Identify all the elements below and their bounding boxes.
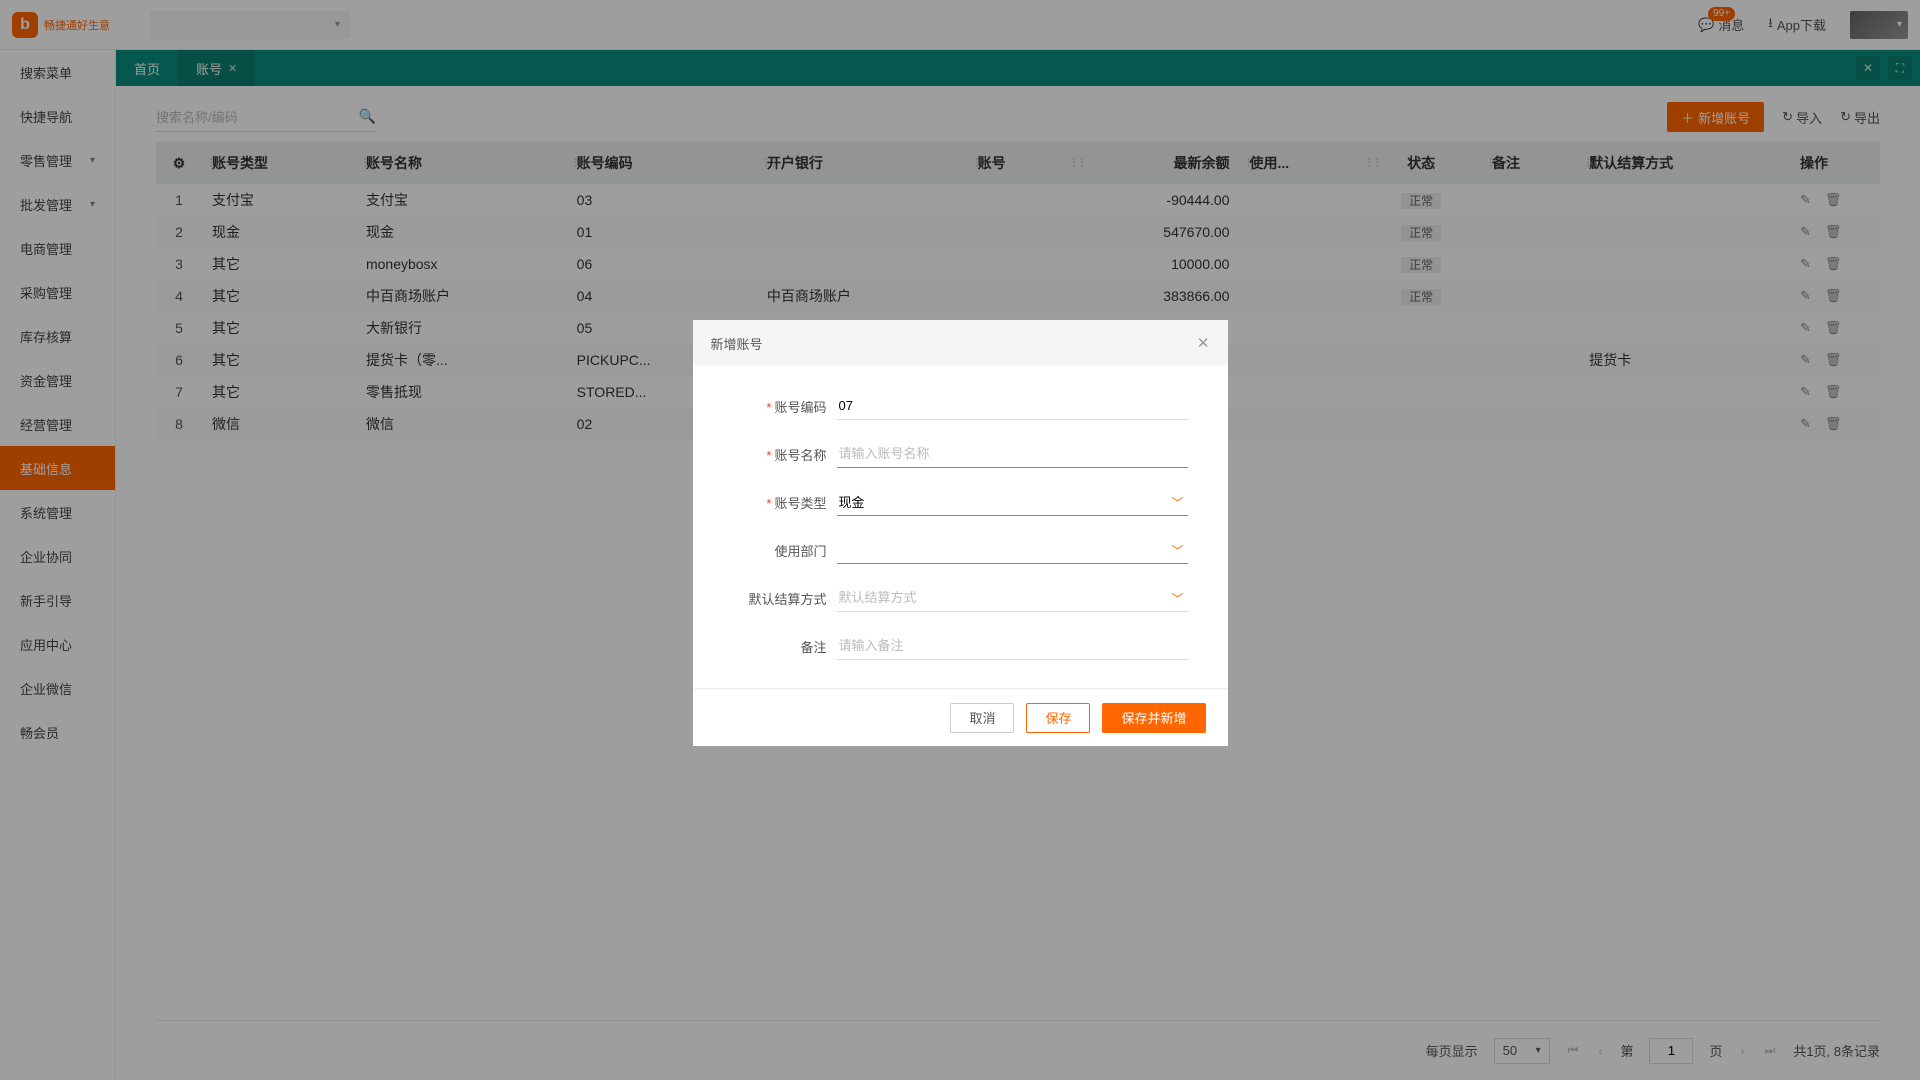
label-remark: 备注 xyxy=(800,640,826,655)
chevron-down-icon: ﹀ xyxy=(1171,590,1183,607)
label-settle: 默认结算方式 xyxy=(748,592,826,607)
label-type: 账号类型 xyxy=(774,496,826,511)
label-dept: 使用部门 xyxy=(774,544,826,559)
modal-mask: 新增账号 ✕ *账号编码 *账号名称 *账号类型 ﹀ xyxy=(0,0,1920,1080)
remark-input[interactable] xyxy=(837,632,1188,660)
label-code: 账号编码 xyxy=(774,400,826,415)
cancel-button[interactable]: 取消 xyxy=(950,703,1014,733)
account-name-input[interactable] xyxy=(837,440,1188,468)
close-icon[interactable]: ✕ xyxy=(1197,334,1210,352)
settle-select[interactable] xyxy=(837,584,1188,612)
dept-select[interactable] xyxy=(837,536,1188,564)
modal-title: 新增账号 xyxy=(711,334,763,353)
chevron-down-icon: ﹀ xyxy=(1171,494,1183,511)
label-name: 账号名称 xyxy=(774,448,826,463)
save-button[interactable]: 保存 xyxy=(1026,703,1090,733)
add-account-modal: 新增账号 ✕ *账号编码 *账号名称 *账号类型 ﹀ xyxy=(693,320,1228,746)
account-code-input[interactable] xyxy=(837,392,1188,420)
chevron-down-icon: ﹀ xyxy=(1171,542,1183,559)
account-type-select[interactable] xyxy=(837,488,1188,516)
modal-header: 新增账号 ✕ xyxy=(693,320,1228,366)
save-and-new-button[interactable]: 保存并新增 xyxy=(1102,703,1205,733)
